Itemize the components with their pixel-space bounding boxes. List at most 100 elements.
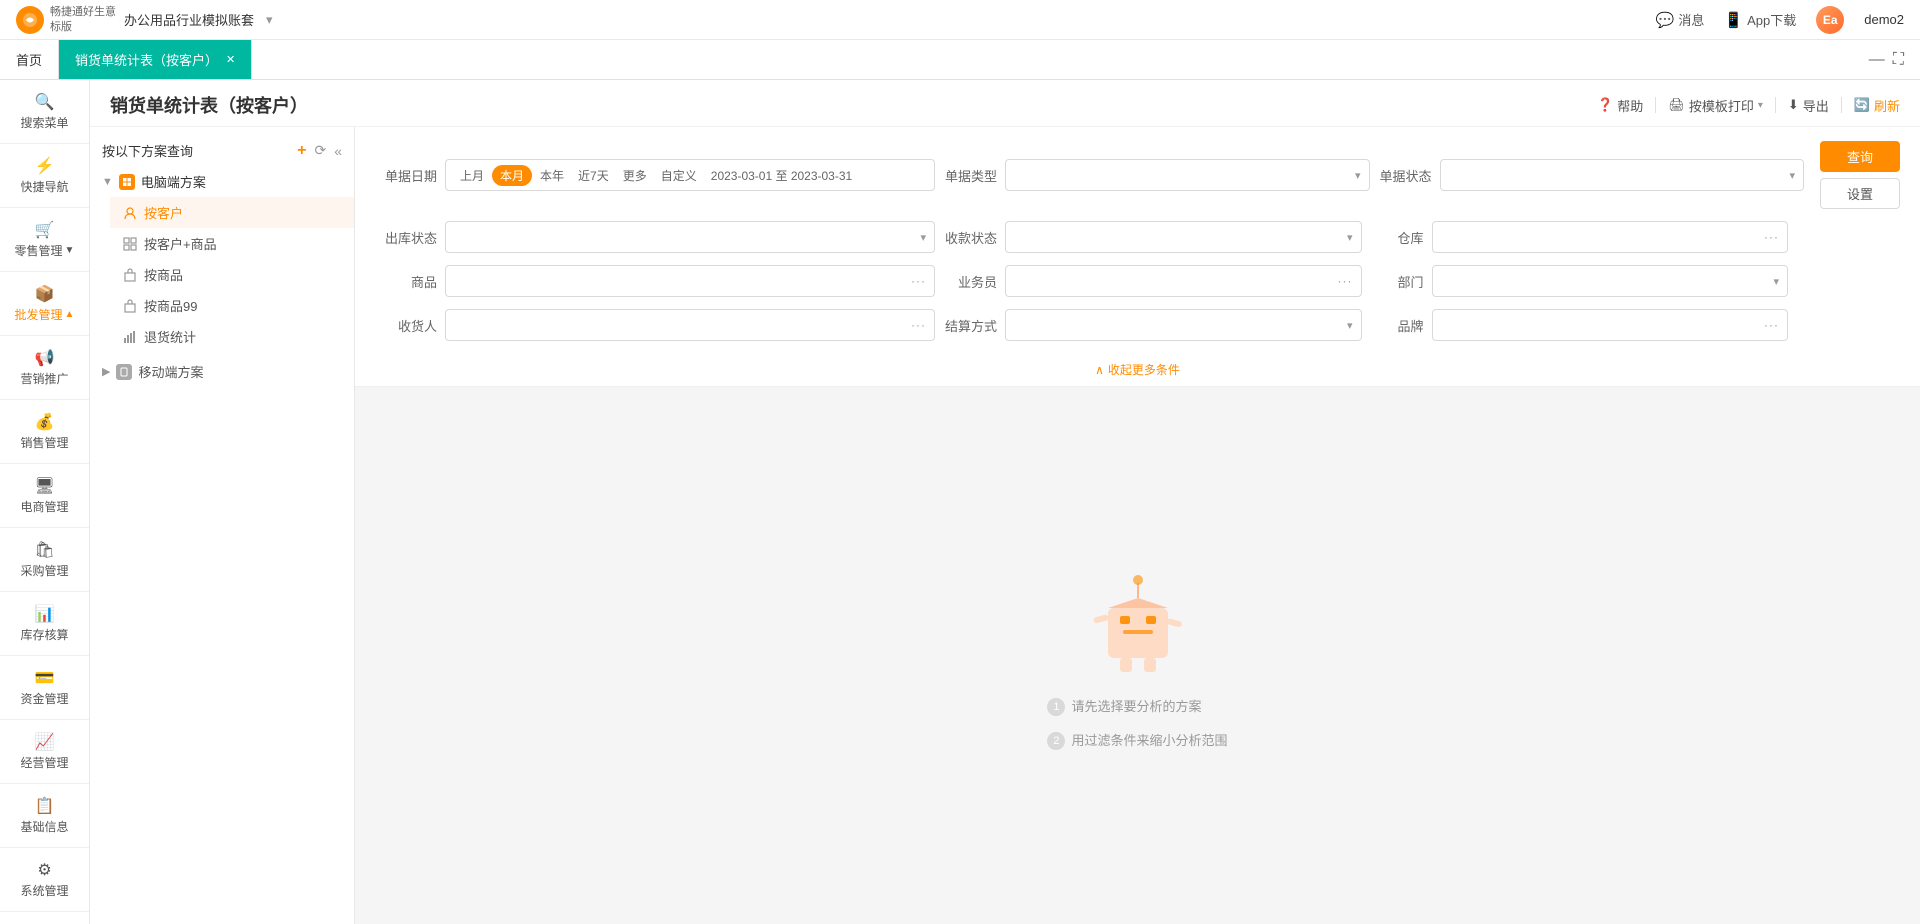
scheme-item-by-customer-goods[interactable]: 按客户+商品 <box>110 228 354 259</box>
message-icon: 💬 <box>1656 11 1675 29</box>
sidebar-item-quick-nav[interactable]: ⚡ 快捷导航 <box>0 144 89 208</box>
sidebar-item-wholesale-mgmt[interactable]: 📦 批发管理 ▲ <box>0 272 89 336</box>
sidebar-item-marketing[interactable]: 📢 营销推广 <box>0 336 89 400</box>
filter-goods-item: 商品 ··· <box>375 265 935 297</box>
logo-text: 畅捷通好生意 标版 <box>50 5 116 34</box>
date-tab-this-year[interactable]: 本年 <box>534 165 570 186</box>
filter-doc-status-item: 单据状态 ▾ <box>1370 159 1805 191</box>
scheme-panel: 按以下方案查询 + ⟳ « ▼ <box>90 127 355 924</box>
sidebar-item-system[interactable]: ⚙ 系统管理 <box>0 848 89 912</box>
app-download-action[interactable]: 📱 App下载 <box>1724 10 1796 29</box>
date-control[interactable]: 上月 本月 本年 近7天 更多 自定义 2023-03-01 至 2023-03… <box>445 159 935 191</box>
basic-info-icon: 📋 <box>8 796 81 816</box>
scheme-group-pc-header[interactable]: ▼ 电脑端方案 <box>90 166 354 197</box>
doc-status-control[interactable]: ▾ <box>1440 159 1805 191</box>
doc-type-control[interactable]: ▾ <box>1005 159 1370 191</box>
tab-home[interactable]: 首页 <box>0 40 59 79</box>
sidebar-item-basic-info[interactable]: 📋 基础信息 <box>0 784 89 848</box>
sidebar-item-search-menu[interactable]: 🔍 搜索菜单 <box>0 80 89 144</box>
operations-icon: 📈 <box>8 732 81 752</box>
scheme-collapse-icon[interactable]: « <box>334 143 342 159</box>
sidebar-item-enterprise-coop[interactable]: 🤝 企业协同 <box>0 912 89 924</box>
sidebar-item-finance[interactable]: 💳 资金管理 <box>0 656 89 720</box>
date-tab-last-month[interactable]: 上月 <box>454 165 490 186</box>
query-button[interactable]: 查询 <box>1820 141 1900 172</box>
collapse-label: 收起更多条件 <box>1108 361 1180 378</box>
tab-sales-stats[interactable]: 销货单统计表（按客户） ✕ <box>59 40 252 79</box>
page-header: 销货单统计表（按客户） ❓ 帮助 🖨 按模板打印 ▾ ⬇ <box>90 80 1920 127</box>
warehouse-control[interactable]: ··· <box>1432 221 1789 253</box>
sales-icon: 💰 <box>8 412 81 432</box>
export-button[interactable]: ⬇ 导出 <box>1788 96 1829 115</box>
scheme-group-mobile[interactable]: ▶ 移动端方案 <box>90 356 354 387</box>
filter-date-item: 单据日期 上月 本月 本年 近7天 更多 自定义 <box>375 159 935 191</box>
finance-icon: 💳 <box>8 668 81 688</box>
tab-expand-icon[interactable]: ⛶ <box>1893 51 1904 69</box>
scheme-add-icon[interactable]: + <box>297 142 306 160</box>
settings-button[interactable]: 设置 <box>1820 178 1900 209</box>
print-button[interactable]: 🖨 按模板打印 ▾ <box>1668 96 1763 115</box>
receipt-status-control[interactable]: ▾ <box>1005 221 1362 253</box>
header-dropdown[interactable]: ▾ <box>266 12 273 28</box>
settlement-control[interactable]: ▾ <box>1005 309 1362 341</box>
receiver-control[interactable]: ··· <box>445 309 935 341</box>
tip-num-1: 1 <box>1047 698 1065 716</box>
message-action[interactable]: 💬 消息 <box>1656 10 1705 29</box>
print-dropdown-arrow: ▾ <box>1758 100 1763 111</box>
date-tab-last-7[interactable]: 近7天 <box>572 165 615 186</box>
retail-arrow-icon: ▼ <box>65 245 75 256</box>
brand-control[interactable]: ··· <box>1432 309 1789 341</box>
user-avatar[interactable]: Ea <box>1816 6 1844 34</box>
tab-minimize-icon[interactable]: — <box>1869 51 1885 69</box>
out-status-label: 出库状态 <box>375 228 445 247</box>
date-tabs: 上月 本月 本年 近7天 更多 自定义 <box>454 165 703 186</box>
scheme-item-by-goods[interactable]: 按商品 <box>110 259 354 290</box>
tab-close-icon[interactable]: ✕ <box>226 53 235 66</box>
date-tab-more[interactable]: 更多 <box>617 165 653 186</box>
scheme-item-by-goods-label: 按商品 <box>144 265 183 284</box>
sidebar-item-operations[interactable]: 📈 经营管理 <box>0 720 89 784</box>
refresh-icon: 🔄 <box>1854 97 1870 113</box>
filter-row-1: 单据日期 上月 本月 本年 近7天 更多 自定义 <box>375 141 1900 209</box>
divider-3 <box>1841 97 1842 113</box>
top-header-left: 畅捷通好生意 标版 办公用品行业模拟账套 ▾ <box>16 5 273 34</box>
sidebar-item-purchase[interactable]: 🛍 采购管理 <box>0 528 89 592</box>
scheme-refresh-icon[interactable]: ⟳ <box>314 142 326 159</box>
sidebar-item-sales-mgmt[interactable]: 💰 销售管理 <box>0 400 89 464</box>
sidebar-item-inventory-calc[interactable]: 📊 库存核算 <box>0 592 89 656</box>
logo-area: 畅捷通好生意 标版 <box>16 5 116 34</box>
scheme-item-return-icon <box>122 329 138 345</box>
empty-tip-row-2: 2 用过滤条件来缩小分析范围 <box>1047 728 1227 754</box>
filter-department-item: 部门 ▾ <box>1362 265 1789 297</box>
salesperson-control[interactable]: ··· <box>1005 265 1362 297</box>
scheme-item-by-goods-99[interactable]: 按商品99 <box>110 290 354 321</box>
filter-receiver-item: 收货人 ··· <box>375 309 935 341</box>
receiver-dots: ··· <box>911 318 926 332</box>
collapse-bar[interactable]: ∧ 收起更多条件 <box>375 353 1900 386</box>
sidebar-item-ecommerce[interactable]: 🖥 电商管理 <box>0 464 89 528</box>
sidebar-item-retail-mgmt[interactable]: 🛒 零售管理 ▼ <box>0 208 89 272</box>
scheme-item-customer-goods-icon <box>122 236 138 252</box>
department-arrow: ▾ <box>1773 275 1779 288</box>
scheme-group-pc-arrow: ▼ <box>102 176 113 188</box>
scheme-item-return-stats[interactable]: 退货统计 <box>110 321 354 352</box>
date-tab-custom[interactable]: 自定义 <box>655 165 703 186</box>
out-status-control[interactable]: ▾ <box>445 221 935 253</box>
receipt-status-arrow: ▾ <box>1347 231 1353 244</box>
help-icon: ❓ <box>1597 97 1613 113</box>
department-control[interactable]: ▾ <box>1432 265 1789 297</box>
empty-area: 1 请先选择要分析的方案 2 用过滤条件来缩小分析范围 <box>355 387 1920 924</box>
receipt-status-label: 收款状态 <box>935 228 1005 247</box>
refresh-button[interactable]: 🔄 刷新 <box>1854 96 1900 115</box>
ecommerce-icon: 🖥 <box>8 476 81 496</box>
export-icon: ⬇ <box>1788 97 1799 113</box>
tip-num-2: 2 <box>1047 732 1065 750</box>
print-icon: 🖨 <box>1668 97 1685 113</box>
help-button[interactable]: ❓ 帮助 <box>1597 96 1643 115</box>
scheme-item-by-customer[interactable]: 按客户 <box>110 197 354 228</box>
goods-label: 商品 <box>375 272 445 291</box>
scheme-item-customer-goods-label: 按客户+商品 <box>144 234 217 253</box>
date-tab-this-month[interactable]: 本月 <box>492 165 532 186</box>
user-name[interactable]: demo2 <box>1864 12 1904 27</box>
goods-control[interactable]: ··· <box>445 265 935 297</box>
